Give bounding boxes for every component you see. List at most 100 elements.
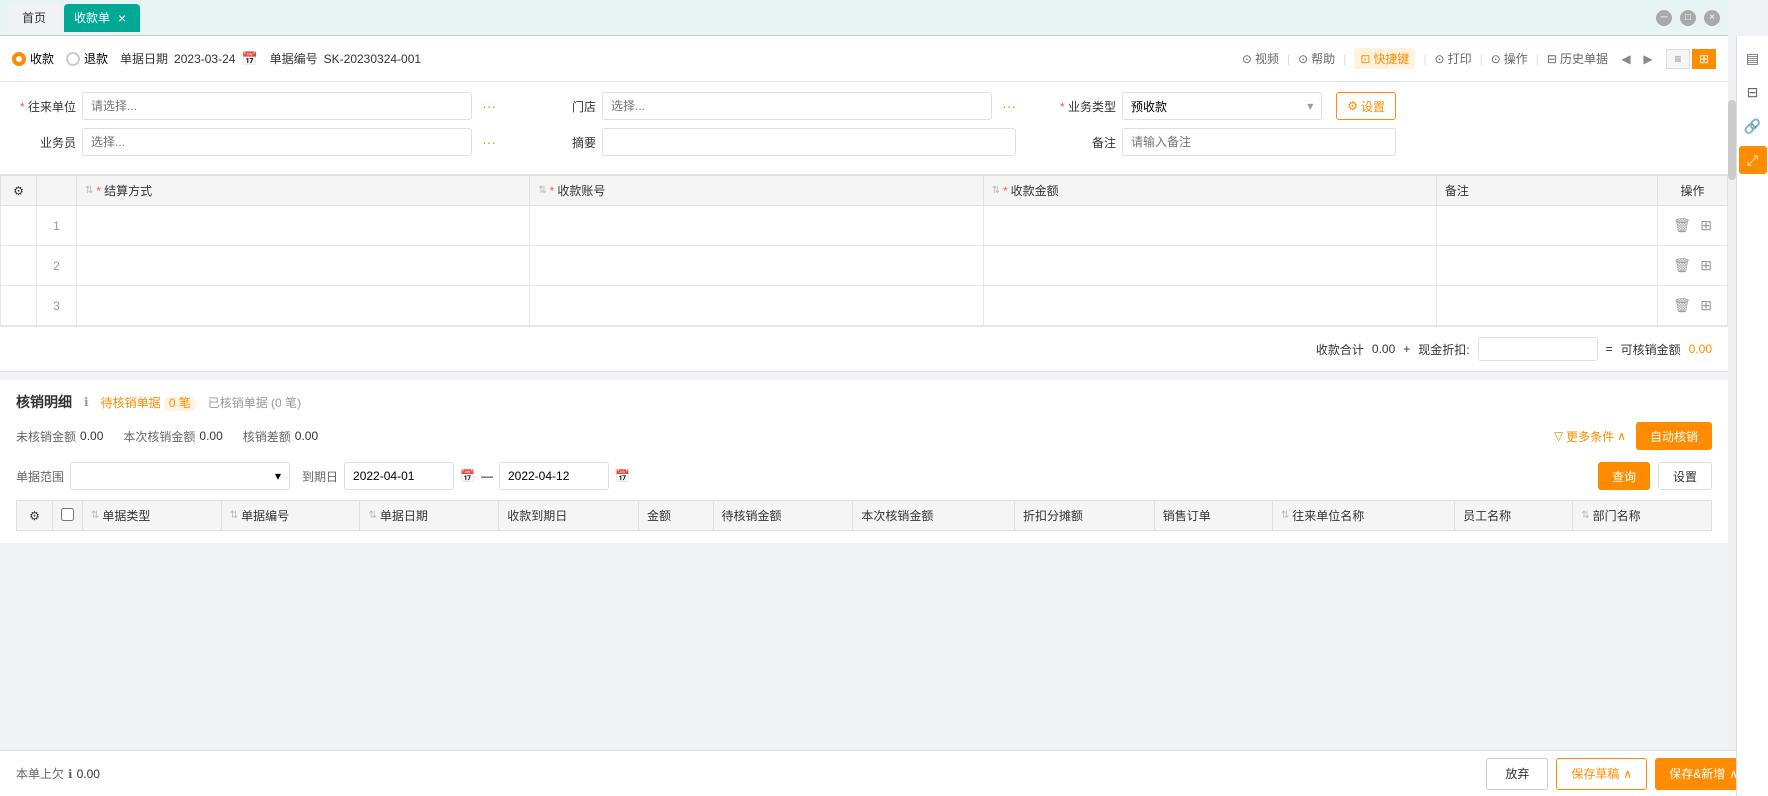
maximize-button[interactable]: □ bbox=[1680, 10, 1696, 26]
select-all-checkbox[interactable] bbox=[61, 508, 74, 521]
sidebar-link-icon[interactable]: 🔗 bbox=[1739, 112, 1767, 140]
td-amount-1[interactable] bbox=[983, 206, 1436, 246]
hexiao-header-row: ⚙ ⇅ 单据类型 ⇅ bbox=[17, 501, 1712, 531]
remark-input[interactable] bbox=[1122, 128, 1396, 156]
settings-button[interactable]: ⚙ 设置 bbox=[1336, 92, 1396, 120]
radio-receipt-dot bbox=[12, 52, 26, 66]
date-field: 单据日期 2023-03-24 📅 bbox=[120, 50, 258, 67]
docnum-value[interactable]: SK-20230324-001 bbox=[324, 52, 421, 66]
radio-receipt-label: 收款 bbox=[30, 50, 54, 67]
delete-icon-1[interactable]: 🗑 bbox=[1673, 217, 1691, 233]
td-amount-2[interactable] bbox=[983, 246, 1436, 286]
video-link[interactable]: ⊙ 视频 bbox=[1242, 50, 1279, 67]
print-link[interactable]: ⊙ 打印 bbox=[1435, 50, 1472, 67]
summary-field: 摘要 bbox=[536, 128, 1016, 156]
partner-input[interactable] bbox=[82, 92, 472, 120]
next-arrow[interactable]: ▶ bbox=[1638, 49, 1658, 69]
pending-tab[interactable]: 待核销单据 0 笔 bbox=[101, 394, 196, 411]
copy-icon-2[interactable]: ⊞ bbox=[1700, 257, 1712, 273]
discard-button[interactable]: 放弃 bbox=[1486, 758, 1548, 790]
radio-receipt[interactable]: 收款 bbox=[12, 50, 54, 67]
td-remark-1[interactable] bbox=[1436, 206, 1657, 246]
footer-info-label: 本单上欠 bbox=[16, 765, 64, 782]
date-label: 单据日期 bbox=[120, 50, 168, 67]
summary-input[interactable] bbox=[602, 128, 1016, 156]
available-label: 可核销金额 bbox=[1621, 341, 1681, 358]
shop-more-icon[interactable]: ··· bbox=[1002, 98, 1016, 114]
tab-home[interactable]: 首页 bbox=[8, 4, 60, 32]
scrollbar-thumb[interactable] bbox=[1728, 100, 1736, 180]
nav-arrows: ◀ ▶ bbox=[1616, 49, 1658, 69]
td-setting-3 bbox=[1, 286, 37, 326]
delete-icon-3[interactable]: 🗑 bbox=[1673, 297, 1691, 313]
sidebar-table-icon[interactable]: ▤ bbox=[1739, 44, 1767, 72]
sidebar-expand-icon[interactable]: ⤢ bbox=[1739, 146, 1767, 174]
hexiao-th-due-date: 收款到期日 bbox=[499, 501, 639, 531]
table-section: ⚙ ⇅ * 结算方式 ⇅ bbox=[0, 175, 1728, 372]
date-to-input[interactable] bbox=[499, 462, 609, 490]
radio-refund[interactable]: 退款 bbox=[66, 50, 108, 67]
sidebar-list-icon[interactable]: ⊟ bbox=[1739, 78, 1767, 106]
hexiao-th-num: ⇅ 单据编号 bbox=[221, 501, 360, 531]
available-value: 0.00 bbox=[1689, 342, 1712, 356]
close-button[interactable]: × bbox=[1704, 10, 1720, 26]
total-label: 收款合计 bbox=[1316, 341, 1364, 358]
tab-receipt[interactable]: 收款单 × bbox=[64, 4, 140, 32]
shortcut-link[interactable]: ⊡ 快捷键 bbox=[1354, 48, 1415, 69]
hexiao-settings-button[interactable]: 设置 bbox=[1658, 462, 1712, 490]
draft-button[interactable]: 保存草稿 ∧ bbox=[1556, 758, 1647, 790]
hexiao-table: ⚙ ⇅ 单据类型 ⇅ bbox=[16, 500, 1712, 531]
shop-input[interactable] bbox=[602, 92, 992, 120]
td-remark-3[interactable] bbox=[1436, 286, 1657, 326]
pending-count: 0 笔 bbox=[164, 397, 196, 411]
td-amount-3[interactable] bbox=[983, 286, 1436, 326]
date-value[interactable]: 2023-03-24 bbox=[174, 52, 235, 66]
footer-actions: 放弃 保存草稿 ∧ 保存&新增 ∧ bbox=[1486, 758, 1752, 790]
td-account-3[interactable] bbox=[530, 286, 983, 326]
range-select[interactable]: ▾ bbox=[70, 462, 290, 490]
staff-more-icon[interactable]: ··· bbox=[482, 134, 496, 150]
td-account-2[interactable] bbox=[530, 246, 983, 286]
staff-input[interactable] bbox=[82, 128, 472, 156]
delete-icon-2[interactable]: 🗑 bbox=[1673, 257, 1691, 273]
hexiao-info-icon[interactable]: ℹ bbox=[84, 395, 89, 409]
history-link[interactable]: ⊟ 历史单据 bbox=[1547, 50, 1608, 67]
save-new-label: 保存&新增 bbox=[1669, 765, 1725, 782]
copy-icon-3[interactable]: ⊞ bbox=[1700, 297, 1712, 313]
td-account-1[interactable] bbox=[530, 206, 983, 246]
auto-hexiao-button[interactable]: 自动核销 bbox=[1636, 422, 1712, 450]
toolbar-actions: ⊙ 视频 | ⊙ 帮助 | ⊡ 快捷键 | ⊙ 打印 | ⊙ 操作 | bbox=[1242, 48, 1716, 69]
calendar-to-icon[interactable]: 📅 bbox=[615, 469, 630, 483]
td-settlement-1[interactable] bbox=[77, 206, 530, 246]
more-filter-btn[interactable]: ▽ 更多条件 ∧ bbox=[1554, 428, 1626, 445]
hexiao-th-checkbox[interactable] bbox=[53, 501, 83, 531]
copy-icon-1[interactable]: ⊞ bbox=[1700, 217, 1712, 233]
prev-arrow[interactable]: ◀ bbox=[1616, 49, 1636, 69]
td-settlement-2[interactable] bbox=[77, 246, 530, 286]
minimize-button[interactable]: ─ bbox=[1656, 10, 1672, 26]
tab-close-icon[interactable]: × bbox=[118, 11, 126, 25]
hexiao-title: 核销明细 bbox=[16, 392, 72, 412]
help-link[interactable]: ⊙ 帮助 bbox=[1298, 50, 1335, 67]
calendar-from-icon[interactable]: 📅 bbox=[460, 469, 475, 483]
hexiao-th-setting[interactable]: ⚙ bbox=[17, 501, 53, 531]
scrollbar[interactable] bbox=[1728, 80, 1736, 750]
table-wrapper: ⚙ ⇅ * 结算方式 ⇅ bbox=[0, 175, 1728, 326]
query-button[interactable]: 查询 bbox=[1598, 462, 1650, 490]
operation-link[interactable]: ⊙ 操作 bbox=[1491, 50, 1528, 67]
list-view-btn[interactable]: ≡ bbox=[1666, 49, 1690, 69]
td-remark-2[interactable] bbox=[1436, 246, 1657, 286]
footer-info-icon[interactable]: ℹ bbox=[68, 767, 73, 781]
biz-type-select[interactable]: 预收款 ▾ bbox=[1122, 92, 1322, 120]
td-actions-1: 🗑 ⊞ bbox=[1658, 206, 1728, 246]
detail-view-btn[interactable]: ⊞ bbox=[1692, 49, 1716, 69]
filter-actions: 查询 设置 bbox=[1598, 462, 1712, 490]
calendar-icon[interactable]: 📅 bbox=[241, 51, 257, 67]
partner-more-icon[interactable]: ··· bbox=[482, 98, 496, 114]
th-setting[interactable]: ⚙ bbox=[1, 176, 37, 206]
td-settlement-3[interactable] bbox=[77, 286, 530, 326]
staff-field: 业务员 ··· bbox=[16, 128, 496, 156]
date-from-input[interactable] bbox=[344, 462, 454, 490]
discount-input[interactable] bbox=[1478, 337, 1598, 361]
print-label: 打印 bbox=[1448, 50, 1472, 67]
